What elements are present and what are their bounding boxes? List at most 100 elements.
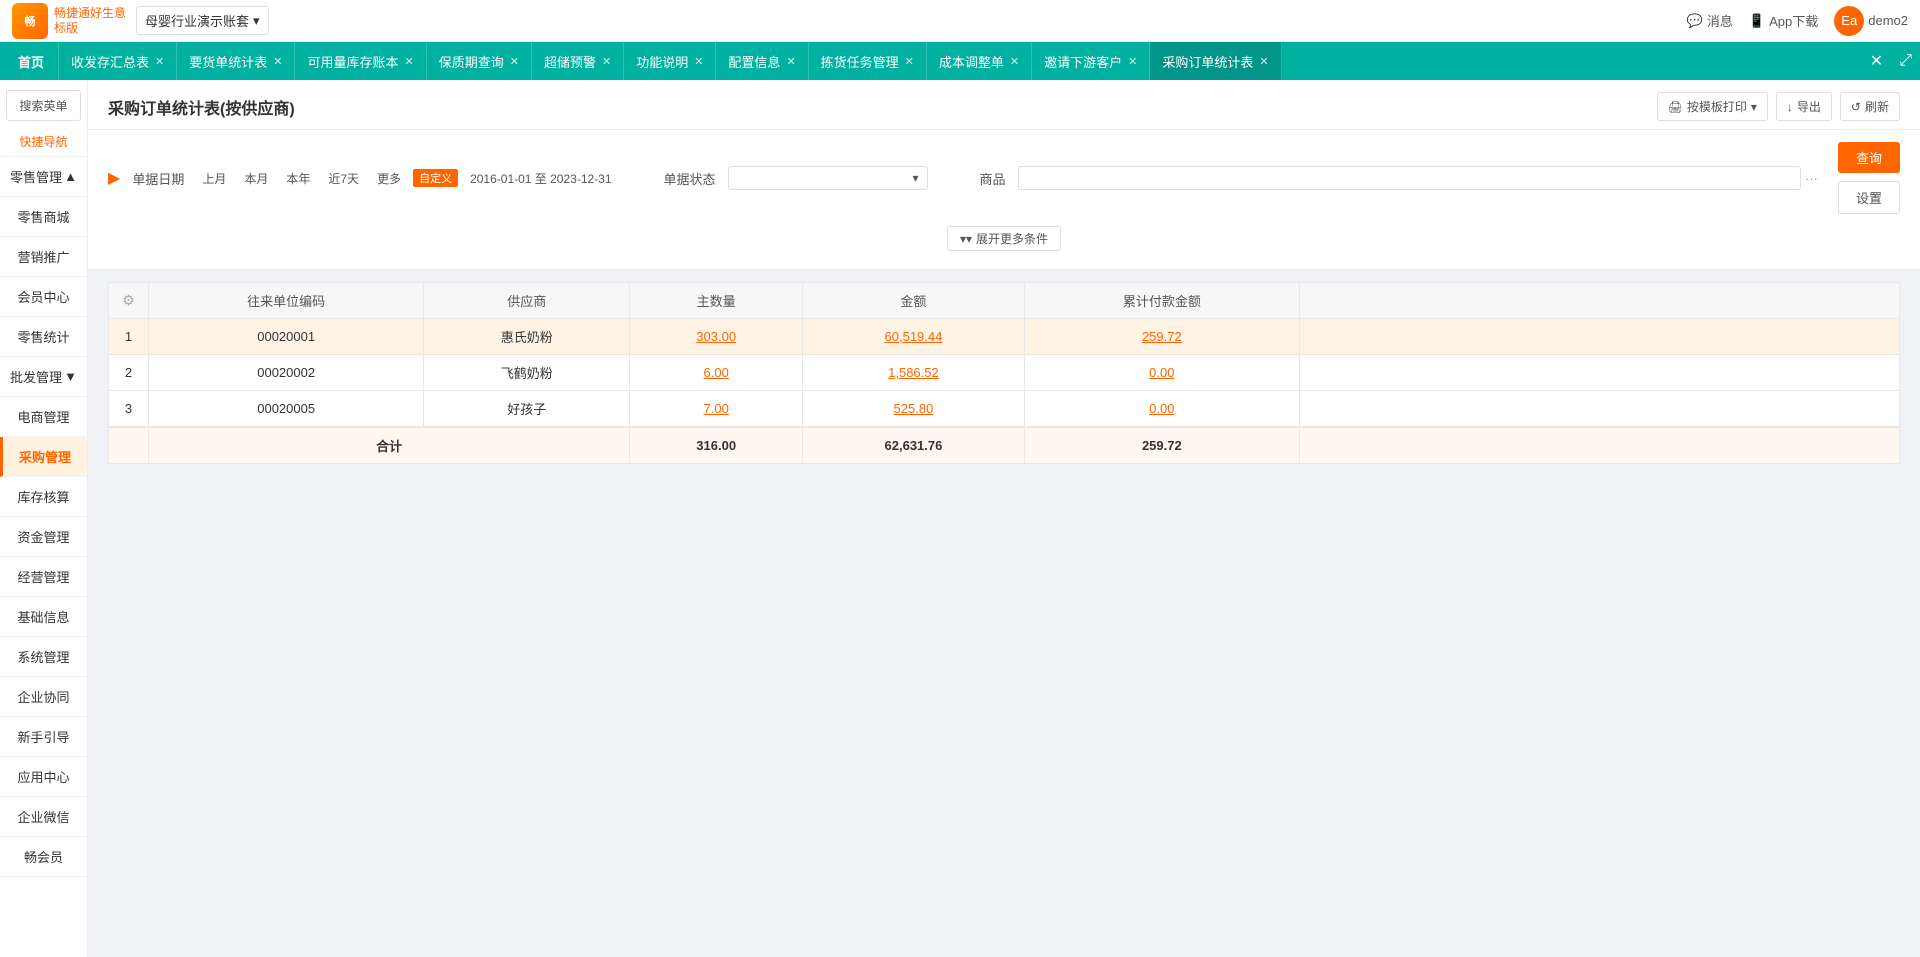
sidebar-item-ecommerce[interactable]: 电商管理	[0, 397, 87, 437]
row-qty[interactable]: 303.00	[630, 319, 803, 355]
row-paid[interactable]: 259.72	[1024, 319, 1299, 355]
row-amount[interactable]: 60,519.44	[803, 319, 1024, 355]
date-opt-this-year[interactable]: 本年	[280, 168, 316, 189]
sidebar-item-basic-info[interactable]: 基础信息	[0, 597, 87, 637]
logo-text: 畅捷通好生意 标版	[54, 6, 126, 35]
tab-picking-close[interactable]: ✕	[905, 55, 914, 68]
sidebar-item-finance-mgmt[interactable]: 资金管理	[0, 517, 87, 557]
tab-cost[interactable]: 成本调整单 ✕	[927, 42, 1032, 80]
col-paid: 累计付款金额	[1024, 283, 1299, 319]
col-settings[interactable]: ⚙	[109, 283, 149, 319]
date-opt-last-month[interactable]: 上月	[196, 168, 232, 189]
status-select[interactable]: ▾	[728, 166, 928, 190]
row-amount[interactable]: 525.80	[803, 391, 1024, 428]
sidebar-item-retail-mgmt[interactable]: 零售管理 ▲	[0, 157, 87, 197]
tab-purchase-stat-close[interactable]: ✕	[1259, 55, 1268, 68]
sidebar-item-purchase-mgmt[interactable]: 采购管理	[0, 437, 87, 477]
message-label: 消息	[1707, 11, 1733, 30]
tab-overstock[interactable]: 超储预警 ✕	[532, 42, 624, 80]
tab-cost-close[interactable]: ✕	[1010, 55, 1019, 68]
row-index: 3	[109, 391, 149, 428]
sidebar-item-operation-mgmt[interactable]: 经营管理	[0, 557, 87, 597]
user-menu[interactable]: Ea demo2	[1834, 6, 1908, 36]
sidebar-item-new-guide[interactable]: 新手引导	[0, 717, 87, 757]
col-code: 往来单位编码	[149, 283, 424, 319]
filter-toggle-arrow[interactable]: ▶	[108, 168, 120, 188]
date-opt-7days[interactable]: 近7天	[322, 168, 365, 189]
row-qty[interactable]: 7.00	[630, 391, 803, 428]
search-button[interactable]: 搜索英单	[6, 90, 81, 121]
app-label: App下载	[1769, 11, 1818, 30]
tab-home[interactable]: 首页	[4, 42, 59, 80]
sidebar-item-inventory-mgmt[interactable]: 库存核算	[0, 477, 87, 517]
tab-inventory-close[interactable]: ✕	[405, 55, 414, 68]
tab-receive-close[interactable]: ✕	[155, 55, 164, 68]
setting-button[interactable]: 设置	[1838, 181, 1900, 214]
expand-more-button[interactable]: ▾▾ 展开更多条件	[947, 226, 1061, 251]
tab-inventory[interactable]: 可用量库存账本 ✕	[295, 42, 426, 80]
logo-line1: 畅捷通好生意	[54, 6, 126, 20]
row-amount[interactable]: 1,586.52	[803, 355, 1024, 391]
tab-requisition[interactable]: 要货单统计表 ✕	[177, 42, 295, 80]
tab-manual[interactable]: 功能说明 ✕	[624, 42, 716, 80]
avatar: Ea	[1834, 6, 1864, 36]
refresh-button[interactable]: ↺ 刷新	[1840, 92, 1900, 121]
sidebar-item-marketing[interactable]: 营销推广	[0, 237, 87, 277]
message-button[interactable]: 💬 消息	[1687, 11, 1733, 30]
chevron-down-icon: ▼	[64, 369, 77, 384]
sidebar: 搜索英单 快捷导航 零售管理 ▲ 零售商城 营销推广 会员中心 零售统计 批发管…	[0, 80, 88, 957]
table-row[interactable]: 2 00020002 飞鹤奶粉 6.00 1,586.52 0.00	[109, 355, 1900, 391]
logo-icon-text: 畅	[25, 13, 36, 29]
product-more-icon[interactable]: ···	[1805, 171, 1818, 186]
logo: 畅 畅捷通好生意 标版	[12, 3, 126, 39]
sidebar-item-member[interactable]: 会员中心	[0, 277, 87, 317]
tab-expiry[interactable]: 保质期查询 ✕	[427, 42, 532, 80]
tab-invite-close[interactable]: ✕	[1128, 55, 1137, 68]
tab-requisition-close[interactable]: ✕	[273, 55, 282, 68]
export-button[interactable]: ↓ 导出	[1776, 92, 1832, 121]
tab-purchase-stat[interactable]: 采购订单统计表 ✕	[1150, 42, 1281, 80]
query-button[interactable]: 查询	[1838, 142, 1900, 173]
tab-overstock-close[interactable]: ✕	[602, 55, 611, 68]
row-code: 00020005	[149, 391, 424, 428]
workspace-selector[interactable]: 母婴行业演示账套 ▾	[136, 6, 269, 35]
tab-config-close[interactable]: ✕	[786, 55, 795, 68]
filter-row-main: ▶ 单据日期 上月 本月 本年 近7天 更多 自定义 2016-01-01 至 …	[108, 142, 1900, 214]
sidebar-item-enterprise-collab[interactable]: 企业协同	[0, 677, 87, 717]
sidebar-item-retail-stat[interactable]: 零售统计	[0, 317, 87, 357]
table-row[interactable]: 3 00020005 好孩子 7.00 525.80 0.00	[109, 391, 1900, 428]
row-paid[interactable]: 0.00	[1024, 391, 1299, 428]
refresh-label: 刷新	[1865, 98, 1889, 115]
tab-invite[interactable]: 邀请下游客户 ✕	[1032, 42, 1150, 80]
sidebar-item-enterprise-wechat[interactable]: 企业微信	[0, 797, 87, 837]
product-filter-input[interactable]	[1018, 166, 1801, 190]
date-opt-more[interactable]: 更多	[371, 168, 407, 189]
purchase-mgmt-label: 采购管理	[19, 450, 71, 465]
tab-manual-close[interactable]: ✕	[694, 55, 703, 68]
sidebar-item-vip-member[interactable]: 畅会员	[0, 837, 87, 877]
workspace-label: 母婴行业演示账套	[145, 11, 249, 30]
row-paid[interactable]: 0.00	[1024, 355, 1299, 391]
app-download-button[interactable]: 📱 App下载	[1749, 11, 1818, 30]
nav-close-btn[interactable]: ✕	[1866, 51, 1887, 71]
tab-cost-label: 成本调整单	[939, 52, 1004, 71]
row-qty[interactable]: 6.00	[630, 355, 803, 391]
tab-config[interactable]: 配置信息 ✕	[716, 42, 808, 80]
table-row[interactable]: 1 00020001 惠氏奶粉 303.00 60,519.44 259.72	[109, 319, 1900, 355]
date-opt-this-month[interactable]: 本月	[238, 168, 274, 189]
print-button[interactable]: 🖨 按模板打印 ▾	[1657, 92, 1768, 121]
sidebar-item-system-mgmt[interactable]: 系统管理	[0, 637, 87, 677]
settings-icon[interactable]: ⚙	[122, 292, 135, 308]
print-dropdown-icon: ▾	[1751, 100, 1757, 114]
tab-expiry-close[interactable]: ✕	[510, 55, 519, 68]
tab-picking[interactable]: 拣货任务管理 ✕	[809, 42, 927, 80]
sidebar-item-wholesale-mgmt[interactable]: 批发管理 ▼	[0, 357, 87, 397]
expand-more-row: ▾▾ 展开更多条件	[108, 220, 1900, 257]
nav-expand-btn[interactable]: ⤢	[1895, 52, 1916, 70]
date-custom-badge[interactable]: 自定义	[413, 169, 458, 187]
quick-nav-link[interactable]: 快捷导航	[6, 133, 81, 150]
sidebar-item-retail-shop[interactable]: 零售商城	[0, 197, 87, 237]
sidebar-item-app-center[interactable]: 应用中心	[0, 757, 87, 797]
tab-receive[interactable]: 收发存汇总表 ✕	[59, 42, 177, 80]
row-code: 00020001	[149, 319, 424, 355]
